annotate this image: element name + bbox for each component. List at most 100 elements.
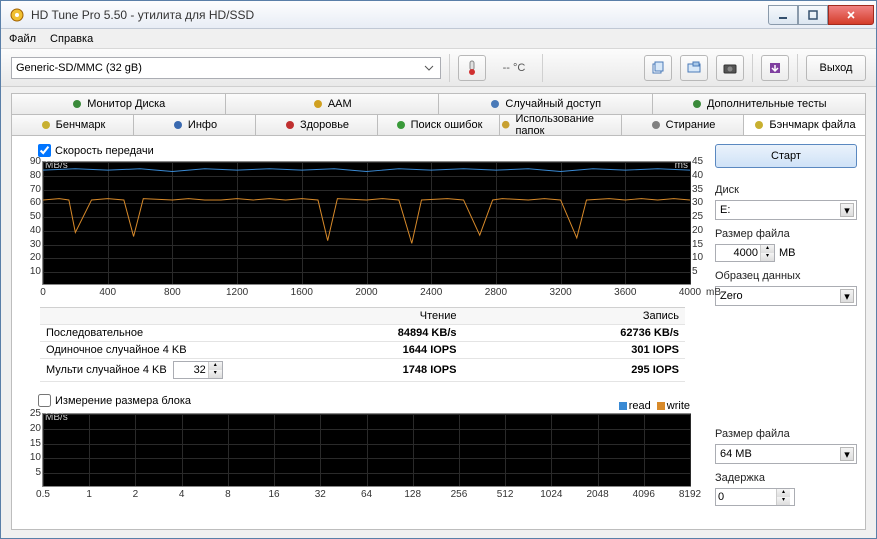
- x-tick: 2400: [420, 287, 442, 298]
- legend-write: write: [657, 400, 690, 412]
- write-value: 301 IOPS: [463, 342, 686, 359]
- y-tick: 10: [21, 452, 41, 463]
- camera-button[interactable]: [716, 55, 744, 81]
- read-value: 1748 IOPS: [240, 359, 463, 382]
- multi-input[interactable]: [174, 364, 208, 376]
- copy-button[interactable]: [644, 55, 672, 81]
- tab-label: Случайный доступ: [505, 98, 601, 110]
- tab-бэнчмарк-файла[interactable]: Бэнчмарк файла: [744, 115, 865, 135]
- tab-aam[interactable]: AAM: [226, 94, 440, 114]
- x-tick: 32: [315, 489, 326, 500]
- tab-стирание[interactable]: Стирание: [622, 115, 744, 135]
- delay-label: Задержка: [715, 472, 857, 484]
- x-unit: mB: [706, 287, 721, 298]
- y-tick: 5: [21, 467, 41, 478]
- tab-монитор-диска[interactable]: Монитор Диска: [12, 94, 226, 114]
- spin-up[interactable]: ▴: [208, 362, 222, 370]
- filesize2-select[interactable]: 64 MB ▾: [715, 444, 857, 464]
- tab-label: Дополнительные тесты: [707, 98, 827, 110]
- transfer-rate-checkbox[interactable]: Скорость передачи: [38, 144, 705, 157]
- maximize-button[interactable]: [798, 5, 828, 25]
- results-table: Чтение Запись Последовательное84894 KB/s…: [40, 307, 685, 382]
- x-tick: 400: [99, 287, 116, 298]
- x-tick: 3600: [614, 287, 636, 298]
- tab-row-2: БенчмаркИнфоЗдоровьеПоиск ошибокИспользо…: [12, 115, 865, 136]
- tab-icon: [172, 119, 184, 131]
- row-label: Последовательное: [40, 325, 240, 342]
- x-tick: 16: [269, 489, 280, 500]
- tab-использование-папок[interactable]: Использование папок: [500, 115, 622, 135]
- row-label: Одиночное случайное 4 KB: [40, 342, 240, 359]
- y2-tick: 10: [692, 252, 708, 263]
- y-tick: 20: [21, 252, 41, 263]
- temperature-button[interactable]: [458, 55, 486, 81]
- x-tick: 1200: [226, 287, 248, 298]
- tab-поиск-ошибок[interactable]: Поиск ошибок: [378, 115, 500, 135]
- app-icon: [9, 7, 25, 23]
- x-tick: 512: [497, 489, 514, 500]
- tab-бенчмарк[interactable]: Бенчмарк: [12, 115, 134, 135]
- filesize-unit: MB: [779, 247, 796, 259]
- y2-tick: 25: [692, 211, 708, 222]
- tab-случайный-доступ[interactable]: Случайный доступ: [439, 94, 653, 114]
- tab-инфо[interactable]: Инфо: [134, 115, 256, 135]
- drive-select[interactable]: Generic-SD/MMC (32 gB): [11, 57, 441, 79]
- y2-tick: 15: [692, 239, 708, 250]
- tab-icon: [40, 119, 52, 131]
- multi-spinner[interactable]: ▴▾: [173, 361, 223, 379]
- tab-icon: [395, 119, 407, 131]
- close-button[interactable]: [828, 5, 874, 25]
- y2-tick: 40: [692, 170, 708, 181]
- filesize-label: Размер файла: [715, 228, 857, 240]
- x-tick: 8: [225, 489, 231, 500]
- x-tick: 8192: [679, 489, 701, 500]
- x-tick: 3200: [549, 287, 571, 298]
- chevron-down-icon: ▾: [840, 447, 854, 461]
- y-tick: 60: [21, 197, 41, 208]
- spin-up[interactable]: ▴: [776, 489, 790, 497]
- chart2-legend: read write: [619, 400, 690, 412]
- blocksize-checkbox[interactable]: Измерение размера блока: [38, 394, 705, 407]
- filesize-input[interactable]: [716, 247, 760, 259]
- menu-help[interactable]: Справка: [50, 33, 93, 45]
- disk-select[interactable]: E: ▾: [715, 200, 857, 220]
- menu-file[interactable]: Файл: [9, 33, 36, 45]
- menubar: Файл Справка: [1, 29, 876, 49]
- filesize2-value: 64 MB: [720, 448, 752, 460]
- y2-tick: 35: [692, 184, 708, 195]
- x-tick: 2800: [485, 287, 507, 298]
- filesize2-label: Размер файла: [715, 428, 857, 440]
- y-tick: 25: [21, 408, 41, 419]
- tab-дополнительные-тесты[interactable]: Дополнительные тесты: [653, 94, 866, 114]
- spin-down[interactable]: ▾: [208, 370, 222, 378]
- tab-label: AAM: [328, 98, 352, 110]
- pattern-select[interactable]: Zero ▾: [715, 286, 857, 306]
- x-tick: 128: [404, 489, 421, 500]
- y-tick: 70: [21, 184, 41, 195]
- chevron-down-icon: ▾: [840, 203, 854, 217]
- y-tick: 40: [21, 225, 41, 236]
- screenshot-button[interactable]: [680, 55, 708, 81]
- delay-input[interactable]: [716, 491, 776, 503]
- exit-button[interactable]: Выход: [806, 55, 866, 81]
- blocksize-check-input[interactable]: [38, 394, 51, 407]
- y2-tick: 45: [692, 156, 708, 167]
- tab-label: Монитор Диска: [87, 98, 165, 110]
- delay-spinner[interactable]: ▴▾: [715, 488, 795, 506]
- x-tick: 2048: [586, 489, 608, 500]
- table-row: Последовательное84894 KB/s62736 KB/s: [40, 325, 685, 342]
- tab-здоровье[interactable]: Здоровье: [256, 115, 378, 135]
- spin-up[interactable]: ▴: [760, 245, 774, 253]
- x-tick: 1: [86, 489, 92, 500]
- chevron-down-icon: ▾: [840, 289, 854, 303]
- spin-down[interactable]: ▾: [776, 497, 790, 505]
- minimize-button[interactable]: [768, 5, 798, 25]
- x-tick: 800: [164, 287, 181, 298]
- tab-icon: [284, 119, 296, 131]
- tab-row-1: Монитор Диска AAM Случайный доступ Дополнит…: [12, 94, 865, 115]
- read-value: 84894 KB/s: [240, 325, 463, 342]
- save-button[interactable]: [761, 55, 789, 81]
- spin-down[interactable]: ▾: [760, 253, 774, 261]
- filesize-spinner[interactable]: ▴▾: [715, 244, 775, 262]
- start-button[interactable]: Старт: [715, 144, 857, 168]
